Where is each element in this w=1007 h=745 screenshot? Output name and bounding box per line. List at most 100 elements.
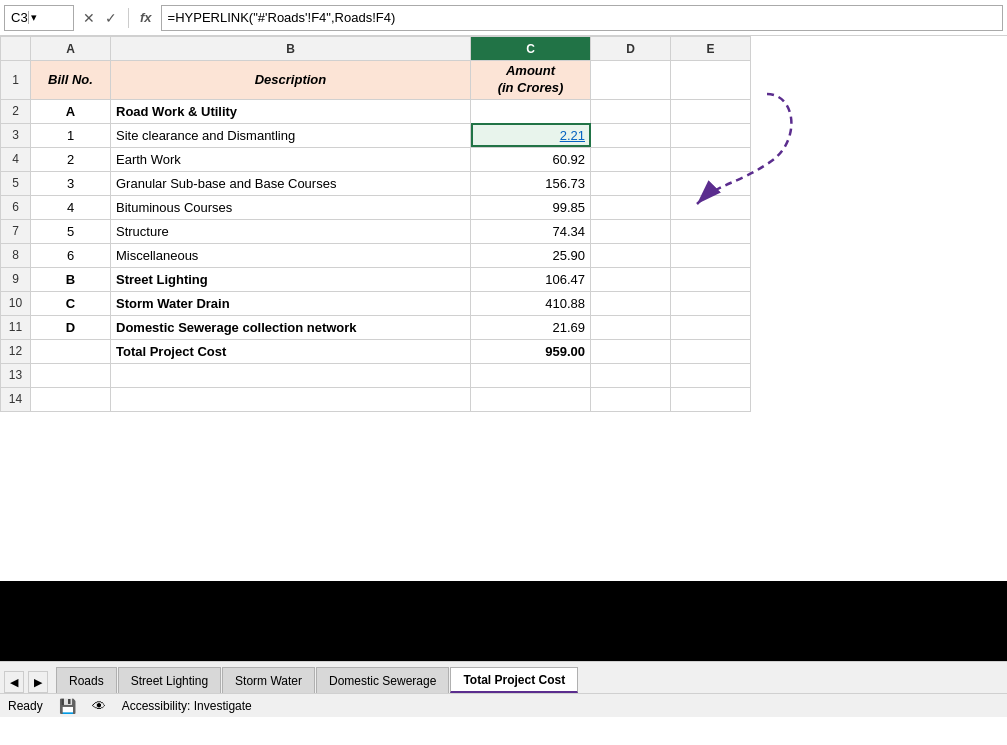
tab-domestic-sewerage[interactable]: Domestic Sewerage	[316, 667, 449, 693]
cell-e14[interactable]	[671, 387, 751, 411]
cell-d1[interactable]	[591, 61, 671, 100]
col-header-b[interactable]: B	[111, 37, 471, 61]
cell-c5[interactable]: 156.73	[471, 171, 591, 195]
confirm-formula-icon[interactable]: ✓	[102, 10, 120, 26]
cell-a1[interactable]: Bill No.	[31, 61, 111, 100]
cell-d7[interactable]	[591, 219, 671, 243]
cell-a11[interactable]: D	[31, 315, 111, 339]
ready-status: Ready	[8, 699, 43, 713]
table-row: 6 4 Bituminous Courses 99.85	[1, 195, 751, 219]
cell-a2[interactable]: A	[31, 99, 111, 123]
cell-ref-dropdown[interactable]: ▾	[28, 11, 39, 24]
cell-c14[interactable]	[471, 387, 591, 411]
cell-c12[interactable]: 959.00	[471, 339, 591, 363]
cell-d4[interactable]	[591, 147, 671, 171]
cell-c13[interactable]	[471, 363, 591, 387]
cell-e8[interactable]	[671, 243, 751, 267]
cell-a10[interactable]: C	[31, 291, 111, 315]
row-num-5: 5	[1, 171, 31, 195]
cell-a13[interactable]	[31, 363, 111, 387]
cell-c1[interactable]: Amount (in Crores)	[471, 61, 591, 100]
cell-a4[interactable]: 2	[31, 147, 111, 171]
tab-street-lighting[interactable]: Street Lighting	[118, 667, 221, 693]
cell-e7[interactable]	[671, 219, 751, 243]
cell-b1[interactable]: Description	[111, 61, 471, 100]
tab-navigation: ◀ ▶	[4, 671, 48, 693]
save-status-icon[interactable]: 💾	[59, 698, 76, 714]
cell-b13[interactable]	[111, 363, 471, 387]
cell-d2[interactable]	[591, 99, 671, 123]
cell-e13[interactable]	[671, 363, 751, 387]
spreadsheet-grid: A B C D E 1 Bill No. Description Amount …	[0, 36, 751, 412]
cell-e11[interactable]	[671, 315, 751, 339]
cell-e3[interactable]	[671, 123, 751, 147]
cell-e1[interactable]	[671, 61, 751, 100]
cell-a14[interactable]	[31, 387, 111, 411]
cell-e6[interactable]	[671, 195, 751, 219]
row-num-12: 12	[1, 339, 31, 363]
tab-roads[interactable]: Roads	[56, 667, 117, 693]
cell-c11[interactable]: 21.69	[471, 315, 591, 339]
cell-d8[interactable]	[591, 243, 671, 267]
cell-a7[interactable]: 5	[31, 219, 111, 243]
cell-d11[interactable]	[591, 315, 671, 339]
grid-wrapper[interactable]: A B C D E 1 Bill No. Description Amount …	[0, 36, 1007, 581]
tab-nav-right[interactable]: ▶	[28, 671, 48, 693]
cell-b9[interactable]: Street Lighting	[111, 267, 471, 291]
col-header-a[interactable]: A	[31, 37, 111, 61]
cell-a6[interactable]: 4	[31, 195, 111, 219]
cell-a12[interactable]	[31, 339, 111, 363]
cancel-formula-icon[interactable]: ✕	[80, 10, 98, 26]
cell-d10[interactable]	[591, 291, 671, 315]
accessibility-icon[interactable]: 👁	[92, 698, 106, 714]
cell-c3[interactable]: 2.21	[471, 123, 591, 147]
cell-e2[interactable]	[671, 99, 751, 123]
cell-d12[interactable]	[591, 339, 671, 363]
cell-e5[interactable]	[671, 171, 751, 195]
cell-b4[interactable]: Earth Work	[111, 147, 471, 171]
col-header-e[interactable]: E	[671, 37, 751, 61]
cell-b10[interactable]: Storm Water Drain	[111, 291, 471, 315]
fx-icon[interactable]: fx	[137, 10, 155, 25]
cell-a3[interactable]: 1	[31, 123, 111, 147]
cell-d6[interactable]	[591, 195, 671, 219]
cell-b3[interactable]: Site clearance and Dismantling	[111, 123, 471, 147]
cell-a8[interactable]: 6	[31, 243, 111, 267]
cell-e4[interactable]	[671, 147, 751, 171]
cell-e12[interactable]	[671, 339, 751, 363]
cell-a9[interactable]: B	[31, 267, 111, 291]
col-header-d[interactable]: D	[591, 37, 671, 61]
tab-total-project-cost[interactable]: Total Project Cost	[450, 667, 578, 693]
cell-d5[interactable]	[591, 171, 671, 195]
cell-reference-box[interactable]: C3 ▾	[4, 5, 74, 31]
cell-b14[interactable]	[111, 387, 471, 411]
cell-c6[interactable]: 99.85	[471, 195, 591, 219]
cell-c2[interactable]	[471, 99, 591, 123]
tab-nav-left[interactable]: ◀	[4, 671, 24, 693]
cell-b11[interactable]: Domestic Sewerage collection network	[111, 315, 471, 339]
cell-c9[interactable]: 106.47	[471, 267, 591, 291]
cell-c8[interactable]: 25.90	[471, 243, 591, 267]
cell-b6[interactable]: Bituminous Courses	[111, 195, 471, 219]
cell-b2[interactable]: Road Work & Utility	[111, 99, 471, 123]
cell-b5[interactable]: Granular Sub-base and Base Courses	[111, 171, 471, 195]
cell-e9[interactable]	[671, 267, 751, 291]
cell-d13[interactable]	[591, 363, 671, 387]
row-num-3: 3	[1, 123, 31, 147]
cell-c10[interactable]: 410.88	[471, 291, 591, 315]
cell-c4[interactable]: 60.92	[471, 147, 591, 171]
formula-input[interactable]	[161, 5, 1003, 31]
cell-d14[interactable]	[591, 387, 671, 411]
cell-b12[interactable]: Total Project Cost	[111, 339, 471, 363]
cell-b8[interactable]: Miscellaneous	[111, 243, 471, 267]
row-num-6: 6	[1, 195, 31, 219]
cell-a5[interactable]: 3	[31, 171, 111, 195]
col-header-c[interactable]: C	[471, 37, 591, 61]
cell-c7[interactable]: 74.34	[471, 219, 591, 243]
cell-b7[interactable]: Structure	[111, 219, 471, 243]
cell-d9[interactable]	[591, 267, 671, 291]
tab-storm-water[interactable]: Storm Water	[222, 667, 315, 693]
cell-d3[interactable]	[591, 123, 671, 147]
cell-e10[interactable]	[671, 291, 751, 315]
table-row: 8 6 Miscellaneous 25.90	[1, 243, 751, 267]
